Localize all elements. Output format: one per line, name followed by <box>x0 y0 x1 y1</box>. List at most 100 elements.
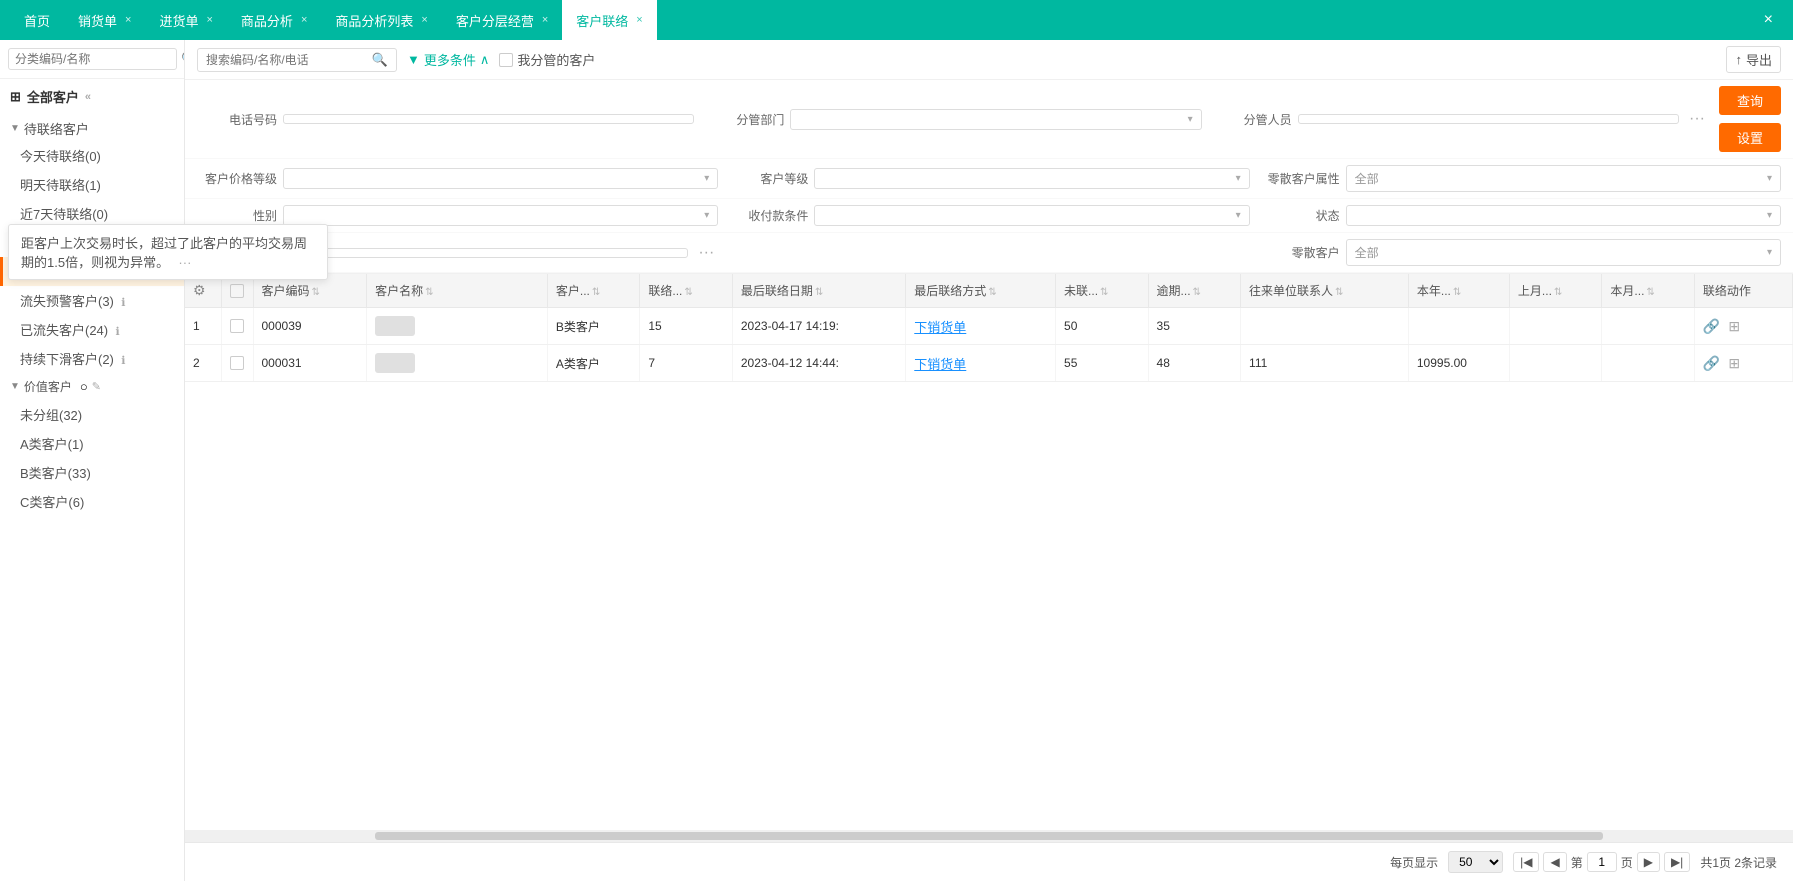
th-contact-count[interactable]: 联络...⇅ <box>640 274 733 308</box>
row-name <box>367 308 548 345</box>
row-code: 000031 <box>253 345 367 382</box>
th-name[interactable]: 客户名称⇅ <box>367 274 548 308</box>
nav-customer-segmentation[interactable]: 客户分层经营 × <box>442 0 562 40</box>
sidebar-item-declining[interactable]: 持续下滑客户(2) ℹ <box>0 344 184 373</box>
th-uncontacted[interactable]: 未联...⇅ <box>1056 274 1149 308</box>
sidebar-item-tomorrow[interactable]: 明天待联络(1) <box>0 170 184 199</box>
row-overdue: 48 <box>1148 345 1241 382</box>
sidebar-item-class-c[interactable]: C类客户(6) <box>0 487 184 516</box>
row-last-date: 2023-04-12 14:44: <box>732 345 905 382</box>
manager-ellipsis-icon[interactable]: ··· <box>1685 110 1709 128</box>
prev-page-btn[interactable]: ◀ <box>1543 852 1566 872</box>
price-level-input[interactable]: ▾ <box>283 168 718 189</box>
th-last-contact-date[interactable]: 最后联络日期⇅ <box>732 274 905 308</box>
query-button[interactable]: 查询 <box>1719 86 1781 115</box>
gender-field: 性别 ▾ <box>197 205 718 226</box>
phone-input[interactable] <box>283 114 694 124</box>
info-icon-4: ℹ <box>121 355 125 367</box>
retail-attr-input[interactable]: 全部 ▾ <box>1346 165 1781 192</box>
window-close-btn[interactable]: × <box>1754 11 1783 29</box>
export-btn[interactable]: ↑ 导出 <box>1726 46 1781 73</box>
nav-close-purchase[interactable]: × <box>206 14 212 26</box>
filter-icon: ▼ <box>407 52 420 67</box>
customer-level-input[interactable]: ▾ <box>814 168 1249 189</box>
filter-search-input[interactable] <box>206 53 366 67</box>
customer-level-field: 客户等级 ▾ <box>728 168 1249 189</box>
sidebar-item-lost-warning[interactable]: 流失预警客户(3) ℹ <box>0 286 184 315</box>
edit-icon[interactable]: ✎ <box>92 380 101 393</box>
payment-input[interactable]: ▾ <box>814 205 1249 226</box>
filter-search-icon[interactable]: 🔍 <box>372 52 388 68</box>
customer-type-ellipsis-icon[interactable]: ··· <box>694 244 718 262</box>
my-customer-checkbox[interactable] <box>499 53 513 67</box>
sidebar-item-unclassified[interactable]: 未分组(32) <box>0 400 184 429</box>
nav-product-analysis[interactable]: 商品分析 × <box>227 0 321 40</box>
th-this-month[interactable]: 本月...⇅ <box>1602 274 1695 308</box>
chevron-down-icon: ▾ <box>1188 114 1193 125</box>
gender-input[interactable]: ▾ <box>283 205 718 226</box>
row-checkbox[interactable] <box>230 319 244 333</box>
row-checkbox-cell[interactable] <box>221 345 253 382</box>
manager-input[interactable] <box>1298 114 1679 124</box>
row-last-method: 下销货单 <box>906 345 1056 382</box>
nav-close-sales[interactable]: × <box>125 14 131 26</box>
row-seq: 2 <box>185 345 221 382</box>
th-type[interactable]: 客户...⇅ <box>547 274 640 308</box>
action-grid-icon[interactable]: ⊞ <box>1728 318 1740 335</box>
row-checkbox[interactable] <box>230 356 244 370</box>
th-overdue[interactable]: 逾期...⇅ <box>1148 274 1241 308</box>
sidebar-search-input[interactable] <box>8 48 177 70</box>
nav-home[interactable]: 首页 <box>10 0 64 40</box>
th-contacts-person[interactable]: 往来单位联系人⇅ <box>1241 274 1409 308</box>
settings-button[interactable]: 设置 <box>1719 123 1781 152</box>
status-input[interactable]: ▾ <box>1346 205 1781 226</box>
sidebar-item-class-b[interactable]: B类客户(33) <box>0 458 184 487</box>
th-this-year[interactable]: 本年...⇅ <box>1408 274 1509 308</box>
select-all-checkbox[interactable] <box>230 284 244 298</box>
nav-customer-contact[interactable]: 客户联络 × <box>562 0 656 40</box>
nav-close-segmentation[interactable]: × <box>542 14 548 26</box>
nav-close-product-analysis[interactable]: × <box>301 14 307 26</box>
retail-customer-input[interactable]: 全部 ▾ <box>1346 239 1781 266</box>
action-grid-icon[interactable]: ⊞ <box>1728 355 1740 372</box>
manager-field: 分管人员 ··· <box>1212 110 1709 128</box>
row-checkbox-cell[interactable] <box>221 308 253 345</box>
nav-sales-order[interactable]: 销货单 × <box>64 0 145 40</box>
nav-product-analysis-list[interactable]: 商品分析列表 × <box>321 0 441 40</box>
sidebar-item-today[interactable]: 今天待联络(0) <box>0 141 184 170</box>
department-input[interactable]: ▾ <box>790 109 1201 130</box>
collapse-icon[interactable]: « <box>85 91 91 103</box>
th-last-contact-method[interactable]: 最后联络方式⇅ <box>906 274 1056 308</box>
scrollbar-thumb[interactable] <box>375 832 1603 840</box>
info-icon-3: ℹ <box>115 326 119 338</box>
th-action: 联络动作 <box>1694 274 1792 308</box>
retail-attr-chevron-icon: ▾ <box>1767 173 1772 184</box>
nav-purchase-order[interactable]: 进货单 × <box>145 0 226 40</box>
department-field: 分管部门 ▾ <box>704 109 1201 130</box>
last-page-btn[interactable]: ▶| <box>1664 852 1690 872</box>
customer-type-input[interactable] <box>283 248 688 258</box>
horizontal-scrollbar[interactable] <box>185 830 1793 842</box>
sidebar-item-lost[interactable]: 已流失客户(24) ℹ <box>0 315 184 344</box>
nav-close-contact[interactable]: × <box>636 14 642 26</box>
nav-close-product-list[interactable]: × <box>421 14 427 26</box>
action-link-icon[interactable]: 🔗 <box>1703 355 1720 372</box>
phone-field: 电话号码 <box>197 111 694 128</box>
th-last-month[interactable]: 上月...⇅ <box>1509 274 1602 308</box>
page-size-select[interactable]: 50 100 200 <box>1448 851 1503 873</box>
filter-row-4: 客户类型 ··· 零散客户 全部 ▾ <box>185 233 1793 273</box>
sidebar-search-area: 🔍 <box>0 40 184 79</box>
sidebar-item-class-a[interactable]: A类客户(1) <box>0 429 184 458</box>
filter-rows: 电话号码 分管部门 ▾ 分管人员 <box>185 80 1793 274</box>
filter-top-bar: 🔍 ▼ 更多条件 ∧ 我分管的客户 ↑ 导出 <box>185 40 1793 80</box>
next-page-btn[interactable]: ▶ <box>1637 852 1660 872</box>
action-link-icon[interactable]: 🔗 <box>1703 318 1720 335</box>
tooltip-box: 距客户上次交易时长，超过了此客户的平均交易周期的1.5倍，则视为异常。 ··· <box>8 224 328 280</box>
first-page-btn[interactable]: |◀ <box>1513 852 1539 872</box>
row-overdue: 35 <box>1148 308 1241 345</box>
column-settings-icon[interactable]: ⚙ <box>193 282 206 298</box>
retail-customer-field: 零散客户 全部 ▾ <box>1260 239 1781 266</box>
data-table: ⚙ 客户编码⇅ 客户名称⇅ 客户...⇅ 联络...⇅ 最后联络日期⇅ 最后联络… <box>185 274 1793 382</box>
more-conditions-btn[interactable]: ▼ 更多条件 ∧ <box>407 50 489 69</box>
page-number-input[interactable] <box>1587 852 1617 872</box>
